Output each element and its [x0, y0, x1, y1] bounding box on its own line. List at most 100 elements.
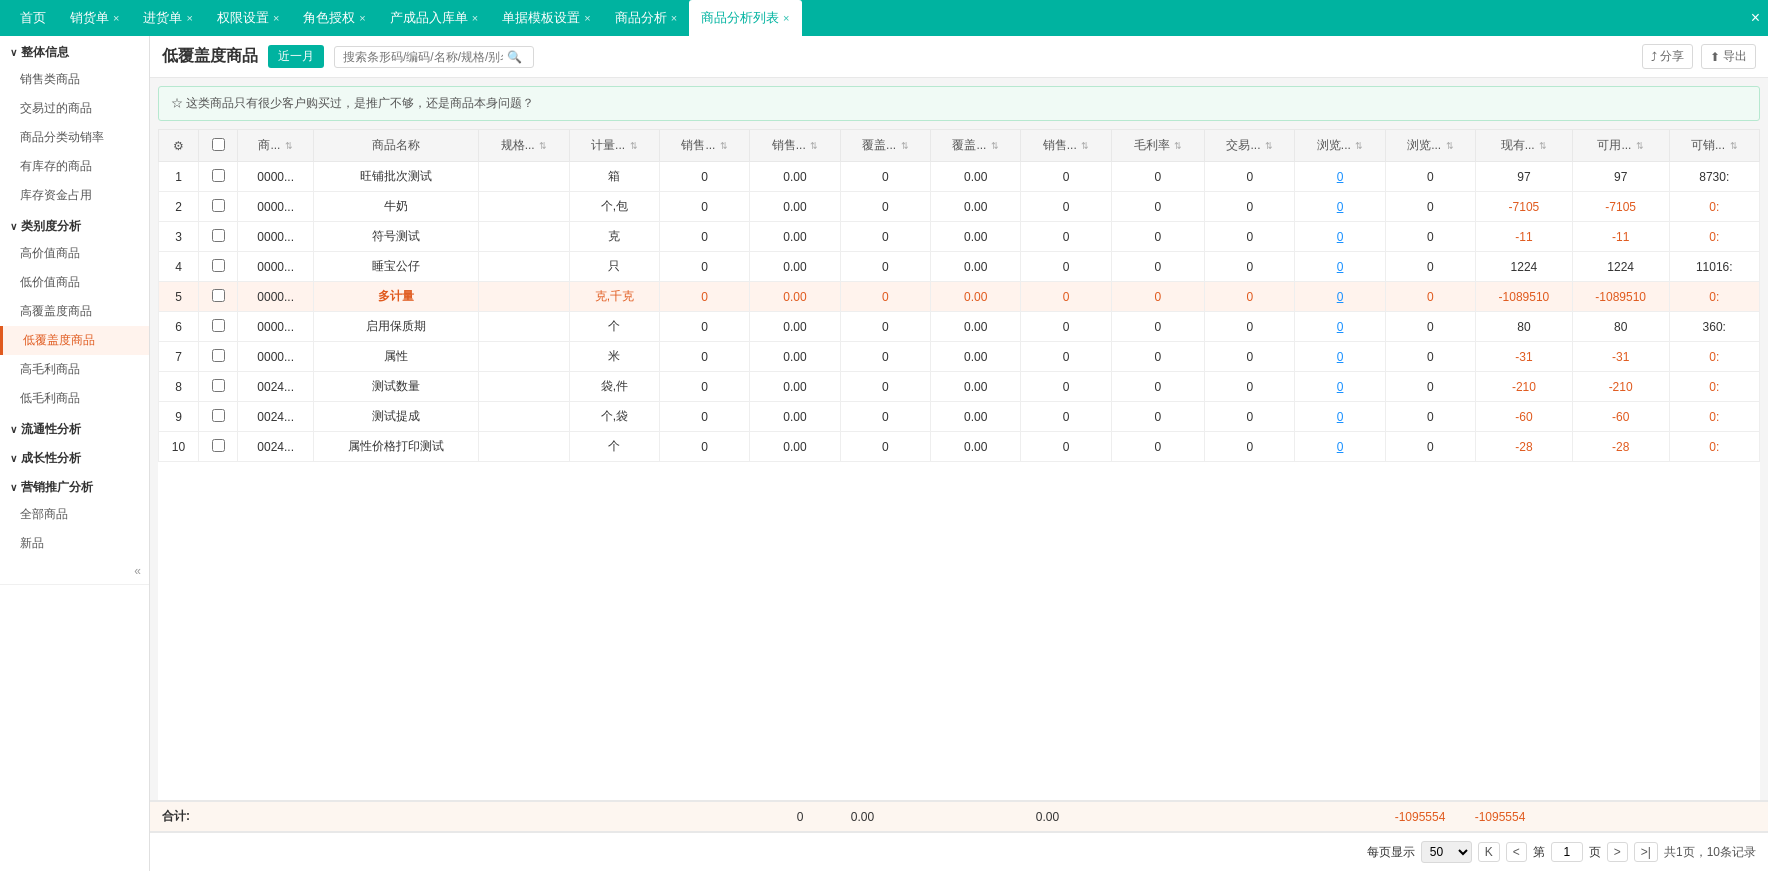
row-checkbox[interactable]	[199, 372, 238, 402]
nav-close-icon[interactable]: ×	[113, 0, 119, 36]
sidebar-item[interactable]: 交易过的商品	[0, 94, 149, 123]
row-checkbox[interactable]	[199, 162, 238, 192]
sidebar-item[interactable]: 低覆盖度商品	[0, 326, 149, 355]
browse-link[interactable]: 0	[1337, 350, 1344, 364]
nav-item[interactable]: 销货单 ×	[58, 0, 131, 36]
browse-link[interactable]: 0	[1337, 320, 1344, 334]
sidebar-item[interactable]: 销售类商品	[0, 65, 149, 94]
row-select-checkbox[interactable]	[212, 349, 225, 362]
sidebar-section-title[interactable]: ∨ 成长性分析	[0, 442, 149, 471]
row-checkbox[interactable]	[199, 342, 238, 372]
nav-item[interactable]: 产成品入库单 ×	[378, 0, 490, 36]
browse-link[interactable]: 0	[1337, 200, 1344, 214]
nav-item[interactable]: 进货单 ×	[131, 0, 204, 36]
table-col-header-unit[interactable]: 计量... ⇅	[569, 130, 659, 162]
export-btn[interactable]: ⬆ 导出	[1701, 44, 1756, 69]
search-input[interactable]	[343, 50, 503, 64]
nav-close-icon[interactable]: ×	[671, 0, 677, 36]
last-page-btn[interactable]: >|	[1634, 842, 1658, 862]
sidebar-item[interactable]: 高价值商品	[0, 239, 149, 268]
nav-item[interactable]: 商品分析列表 ×	[689, 0, 801, 36]
share-btn[interactable]: ⤴ 分享	[1642, 44, 1693, 69]
row-browse1[interactable]: 0	[1295, 222, 1385, 252]
nav-close-icon[interactable]: ×	[584, 0, 590, 36]
row-select-checkbox[interactable]	[212, 409, 225, 422]
browse-link[interactable]: 0	[1337, 380, 1344, 394]
table-col-header-stock_available[interactable]: 可用... ⇅	[1572, 130, 1669, 162]
row-browse1[interactable]: 0	[1295, 312, 1385, 342]
sidebar-section-title[interactable]: ∨ 营销推广分析	[0, 471, 149, 500]
row-checkbox[interactable]	[199, 312, 238, 342]
nav-close-icon[interactable]: ×	[186, 0, 192, 36]
table-col-header-gross_margin[interactable]: 毛利率 ⇅	[1111, 130, 1204, 162]
row-select-checkbox[interactable]	[212, 379, 225, 392]
per-page-select[interactable]: 102050100	[1421, 841, 1472, 863]
settings-icon[interactable]: ⚙	[173, 139, 184, 153]
sidebar-section-title[interactable]: ∨ 流通性分析	[0, 413, 149, 442]
nav-item[interactable]: 权限设置 ×	[205, 0, 291, 36]
row-select-checkbox[interactable]	[212, 289, 225, 302]
row-select-checkbox[interactable]	[212, 169, 225, 182]
row-browse1[interactable]: 0	[1295, 252, 1385, 282]
browse-link[interactable]: 0	[1337, 170, 1344, 184]
table-col-header-stock_sellable[interactable]: 可销... ⇅	[1669, 130, 1760, 162]
row-checkbox[interactable]	[199, 432, 238, 462]
table-col-header-sales_qty[interactable]: 销售... ⇅	[659, 130, 749, 162]
table-col-header-browse2[interactable]: 浏览... ⇅	[1385, 130, 1475, 162]
table-col-header-code[interactable]: 商... ⇅	[238, 130, 313, 162]
row-browse1[interactable]: 0	[1295, 402, 1385, 432]
browse-link[interactable]: 0	[1337, 230, 1344, 244]
nav-item[interactable]: 单据模板设置 ×	[490, 0, 602, 36]
page-input[interactable]	[1551, 842, 1583, 862]
search-icon[interactable]: 🔍	[507, 50, 522, 64]
sidebar-item[interactable]: 新品	[0, 529, 149, 558]
row-checkbox[interactable]	[199, 252, 238, 282]
row-select-checkbox[interactable]	[212, 319, 225, 332]
row-select-checkbox[interactable]	[212, 439, 225, 452]
row-select-checkbox[interactable]	[212, 229, 225, 242]
row-browse1[interactable]: 0	[1295, 162, 1385, 192]
next-page-btn[interactable]: >	[1607, 842, 1628, 862]
sidebar-item[interactable]: 有库存的商品	[0, 152, 149, 181]
nav-item[interactable]: 角色授权 ×	[291, 0, 377, 36]
table-col-header-stock_current[interactable]: 现有... ⇅	[1476, 130, 1573, 162]
sidebar-item[interactable]: 库存资金占用	[0, 181, 149, 210]
sidebar-item[interactable]: 全部商品	[0, 500, 149, 529]
table-col-header-browse1[interactable]: 浏览... ⇅	[1295, 130, 1385, 162]
browse-link[interactable]: 0	[1337, 410, 1344, 424]
table-col-header-sales3[interactable]: 销售... ⇅	[1021, 130, 1111, 162]
row-checkbox[interactable]	[199, 222, 238, 252]
nav-close-icon[interactable]: ×	[273, 0, 279, 36]
row-browse1[interactable]: 0	[1295, 192, 1385, 222]
table-col-header-settings[interactable]: ⚙	[159, 130, 199, 162]
sidebar-section-title[interactable]: ∨ 整体信息	[0, 36, 149, 65]
sidebar-collapse-btn[interactable]: «	[0, 558, 149, 585]
browse-link[interactable]: 0	[1337, 260, 1344, 274]
table-col-header-coverage1[interactable]: 覆盖... ⇅	[840, 130, 930, 162]
nav-close-icon[interactable]: ×	[359, 0, 365, 36]
nav-item[interactable]: 首页	[8, 0, 58, 36]
row-select-checkbox[interactable]	[212, 259, 225, 272]
browse-link[interactable]: 0	[1337, 440, 1344, 454]
sidebar-item[interactable]: 高毛利商品	[0, 355, 149, 384]
row-checkbox[interactable]	[199, 192, 238, 222]
row-browse1[interactable]: 0	[1295, 342, 1385, 372]
row-browse1[interactable]: 0	[1295, 282, 1385, 312]
sidebar-item[interactable]: 低价值商品	[0, 268, 149, 297]
date-filter-btn[interactable]: 近一月	[268, 45, 324, 68]
table-col-header-coverage2[interactable]: 覆盖... ⇅	[931, 130, 1021, 162]
window-close-btn[interactable]: ×	[1751, 9, 1760, 27]
first-page-btn[interactable]: K	[1478, 842, 1500, 862]
sidebar-item[interactable]: 商品分类动销率	[0, 123, 149, 152]
row-checkbox[interactable]	[199, 402, 238, 432]
table-col-header-sales_amt[interactable]: 销售... ⇅	[750, 130, 840, 162]
nav-item[interactable]: 商品分析 ×	[603, 0, 689, 36]
prev-page-btn[interactable]: <	[1506, 842, 1527, 862]
row-browse1[interactable]: 0	[1295, 372, 1385, 402]
nav-close-icon[interactable]: ×	[472, 0, 478, 36]
browse-link[interactable]: 0	[1337, 290, 1344, 304]
table-col-header-checkbox[interactable]	[199, 130, 238, 162]
sidebar-section-title[interactable]: ∨ 类别度分析	[0, 210, 149, 239]
select-all-checkbox[interactable]	[212, 138, 225, 151]
table-col-header-transaction[interactable]: 交易... ⇅	[1205, 130, 1295, 162]
